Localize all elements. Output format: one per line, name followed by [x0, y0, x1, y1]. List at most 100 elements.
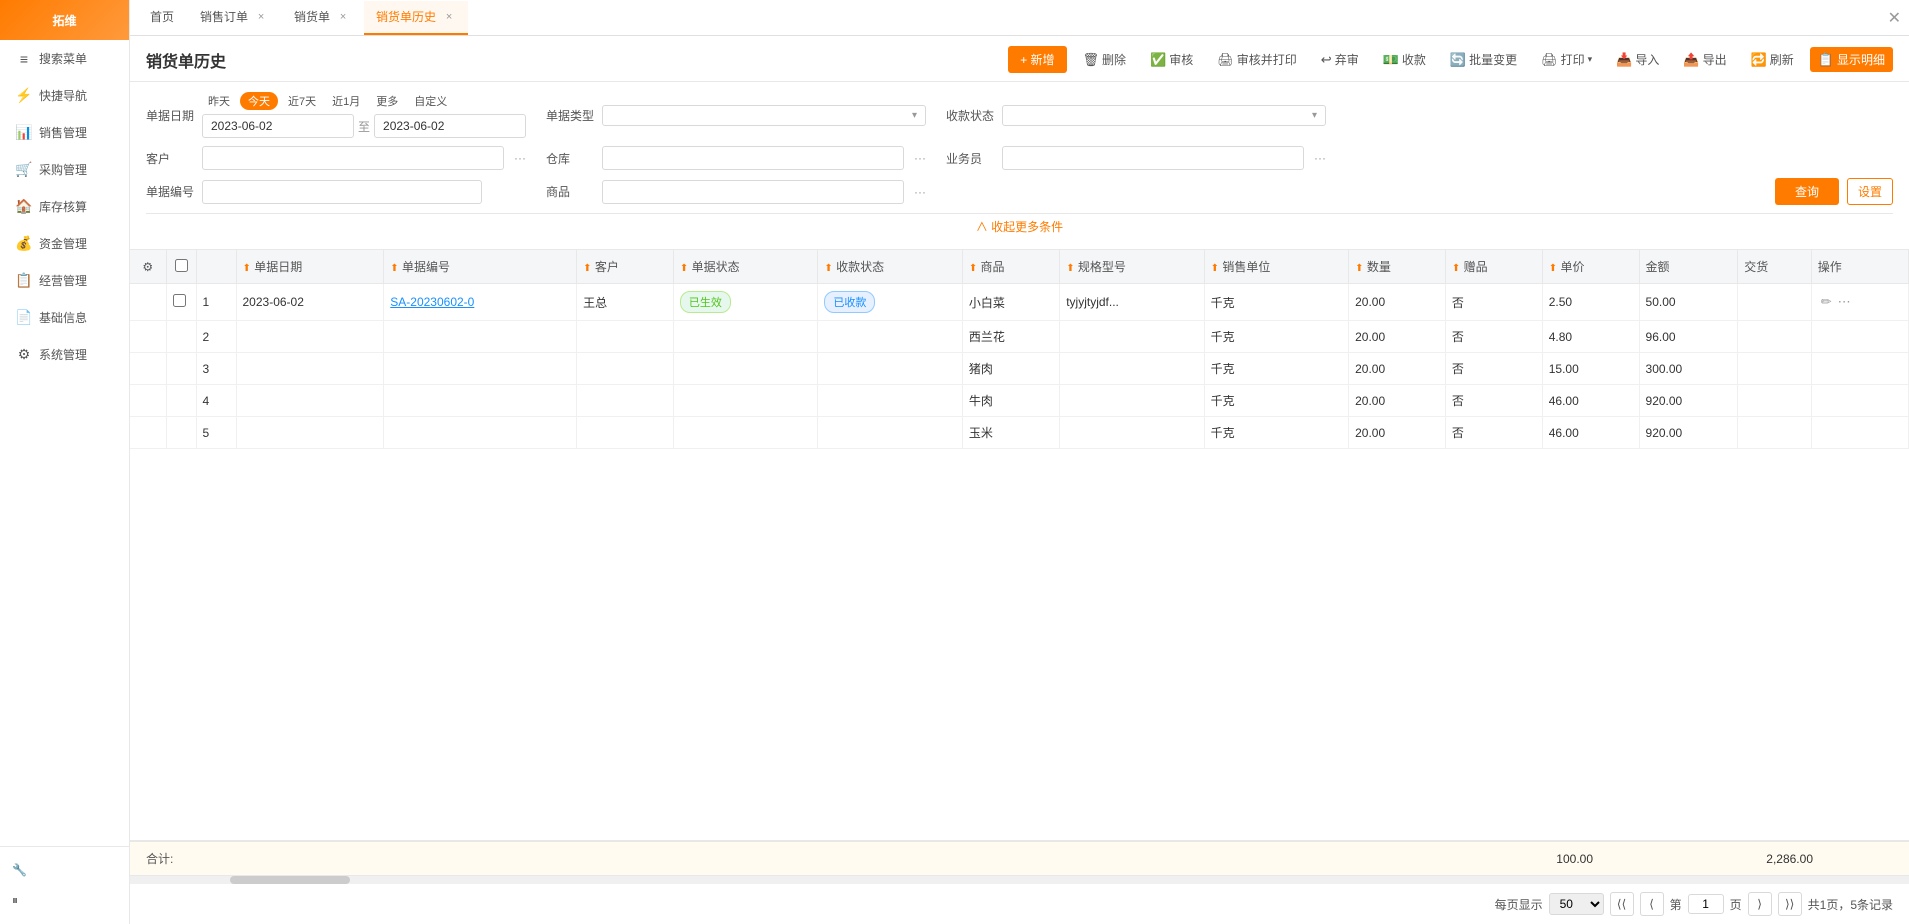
- checkbox-cell: [166, 353, 196, 385]
- doc-status-cell: [673, 417, 817, 449]
- customer-picker[interactable]: ···: [514, 151, 526, 165]
- date-start-input[interactable]: [202, 114, 354, 138]
- spec-model-header[interactable]: ⬆ 规格型号: [1060, 250, 1204, 284]
- doc-type-label: 单据类型: [546, 107, 596, 124]
- date-tag-7days[interactable]: 近7天: [282, 92, 322, 110]
- page-number-input[interactable]: [1688, 894, 1724, 914]
- collapse-filter-button[interactable]: ∧ 收起更多条件: [146, 213, 1893, 239]
- sidebar-item-quick-nav[interactable]: ⚡ 快捷导航: [0, 77, 129, 114]
- tab-sales-order[interactable]: 销售订单 ×: [188, 1, 280, 35]
- scrollbar-thumb[interactable]: [230, 876, 350, 884]
- next-page-button[interactable]: ⟩: [1748, 892, 1772, 916]
- collect-button[interactable]: 💵 收款: [1375, 47, 1434, 72]
- print-button[interactable]: 🖨 打印 ▾: [1533, 47, 1600, 72]
- audit-button[interactable]: ✅ 审核: [1142, 47, 1201, 72]
- sales-unit-header[interactable]: ⬆ 销售单位: [1204, 250, 1348, 284]
- tab-close-sales-order[interactable]: ×: [254, 10, 268, 24]
- close-all-tabs[interactable]: ✕: [1888, 8, 1901, 28]
- select-all-checkbox[interactable]: [175, 259, 188, 272]
- doc-no-input[interactable]: [202, 180, 482, 204]
- unit-price-header[interactable]: ⬆ 单价: [1542, 250, 1639, 284]
- scrollbar[interactable]: [130, 876, 1909, 884]
- tab-sales-delivery[interactable]: 销货单 ×: [282, 1, 362, 35]
- audit-print-button[interactable]: 🖨 审核并打印: [1209, 47, 1305, 72]
- tab-sales-history[interactable]: 销货单历史 ×: [364, 1, 468, 35]
- per-page-select[interactable]: 50 100 200: [1549, 893, 1604, 915]
- doc-no-header[interactable]: ⬆ 单据编号: [384, 250, 577, 284]
- toolbar: + 新增 🗑 删除 ✅ 审核 🖨 审核并打印 ↩ 弃审: [1008, 46, 1893, 73]
- date-end-input[interactable]: [374, 114, 526, 138]
- sidebar-bottom-collapse[interactable]: ⏸: [0, 885, 129, 916]
- sidebar-bottom-settings[interactable]: 🔧: [0, 855, 129, 885]
- amount-cell: 920.00: [1639, 417, 1738, 449]
- sidebar-item-ops[interactable]: 📋 经营管理: [0, 262, 129, 299]
- payment-status-cell: [818, 385, 962, 417]
- sidebar-item-system[interactable]: ⚙ 系统管理: [0, 336, 129, 373]
- gift-header[interactable]: ⬆ 赠品: [1445, 250, 1542, 284]
- filter-row-1: 单据日期 昨天 今天 近7天 近1月 更多 自定义 至: [146, 92, 1893, 138]
- edit-action[interactable]: ✏: [1821, 294, 1832, 309]
- customer-cell: 王总: [577, 284, 674, 321]
- customer-header[interactable]: ⬆ 客户: [577, 250, 674, 284]
- payment-status-select[interactable]: ▾: [1002, 105, 1326, 126]
- quick-nav-icon: ⚡: [15, 87, 33, 104]
- delete-button[interactable]: 🗑 删除: [1075, 47, 1135, 72]
- sidebar-item-label: 采购管理: [39, 161, 87, 178]
- prev-page-button[interactable]: ⟨: [1640, 892, 1664, 916]
- sidebar-item-search[interactable]: ≡ 搜索菜单: [0, 40, 129, 77]
- sidebar-item-finance[interactable]: 💰 资金管理: [0, 225, 129, 262]
- product-picker[interactable]: ···: [914, 185, 926, 199]
- gift-cell: 否: [1445, 417, 1542, 449]
- actions-cell: [1811, 417, 1908, 449]
- new-button[interactable]: + 新增: [1008, 46, 1066, 73]
- query-button[interactable]: 查询: [1775, 178, 1839, 205]
- tab-close-sales-history[interactable]: ×: [442, 10, 456, 24]
- warehouse-input[interactable]: [602, 146, 904, 170]
- show-detail-button[interactable]: 📋 显示明细: [1810, 47, 1893, 72]
- sidebar-item-purchase[interactable]: 🛒 采购管理: [0, 151, 129, 188]
- audit-print-icon: 🖨: [1217, 52, 1234, 68]
- warehouse-picker[interactable]: ···: [914, 151, 926, 165]
- customer-input[interactable]: [202, 146, 504, 170]
- batch-change-icon: 🔄: [1450, 52, 1466, 68]
- import-button[interactable]: 📥 导入: [1608, 47, 1667, 72]
- batch-change-button[interactable]: 🔄 批量变更: [1442, 47, 1525, 72]
- refresh-button[interactable]: 🔁 刷新: [1743, 47, 1802, 72]
- more-action[interactable]: ⋯: [1838, 294, 1851, 309]
- doc-status-header[interactable]: ⬆ 单据状态: [673, 250, 817, 284]
- gear-cell: [130, 321, 166, 353]
- sidebar-item-label: 基础信息: [39, 309, 87, 326]
- tab-close-sales-delivery[interactable]: ×: [336, 10, 350, 24]
- salesperson-input[interactable]: [1002, 146, 1304, 170]
- date-tag-yesterday[interactable]: 昨天: [202, 92, 236, 110]
- filter-row-2: 客户 ··· 仓库 ··· 业务员 ···: [146, 146, 1893, 170]
- sidebar-item-basic[interactable]: 📄 基础信息: [0, 299, 129, 336]
- quantity-header[interactable]: ⬆ 数量: [1349, 250, 1446, 284]
- last-page-button[interactable]: ⟩⟩: [1778, 892, 1802, 916]
- doc-date-header[interactable]: ⬆ 单据日期: [236, 250, 384, 284]
- date-tag-today[interactable]: 今天: [240, 92, 278, 110]
- row-num-cell: 2: [196, 321, 236, 353]
- transaction-header: 交货: [1738, 250, 1812, 284]
- export-button[interactable]: 📤 导出: [1675, 47, 1734, 72]
- doc-no-link[interactable]: SA-20230602-0: [390, 295, 474, 309]
- tab-home[interactable]: 首页: [138, 1, 186, 35]
- filter-doc-no: 单据编号: [146, 180, 526, 204]
- row-checkbox[interactable]: [173, 294, 186, 307]
- abandon-button[interactable]: ↩ 弃审: [1313, 47, 1367, 72]
- gear-column-header[interactable]: ⚙: [130, 250, 166, 284]
- first-page-button[interactable]: ⟨⟨: [1610, 892, 1634, 916]
- payment-status-header[interactable]: ⬆ 收款状态: [818, 250, 962, 284]
- date-tag-custom[interactable]: 自定义: [408, 92, 453, 110]
- settings-button[interactable]: 设置: [1847, 178, 1893, 205]
- product-header[interactable]: ⬆ 商品: [962, 250, 1059, 284]
- customer-cell: [577, 385, 674, 417]
- product-input[interactable]: [602, 180, 904, 204]
- sidebar-item-sales[interactable]: 📊 销售管理: [0, 114, 129, 151]
- sidebar-item-inventory[interactable]: 🏠 库存核算: [0, 188, 129, 225]
- actions-cell: [1811, 353, 1908, 385]
- date-tag-1month[interactable]: 近1月: [326, 92, 366, 110]
- salesperson-picker[interactable]: ···: [1314, 151, 1326, 165]
- date-tag-more[interactable]: 更多: [370, 92, 404, 110]
- doc-type-select[interactable]: ▾: [602, 105, 926, 126]
